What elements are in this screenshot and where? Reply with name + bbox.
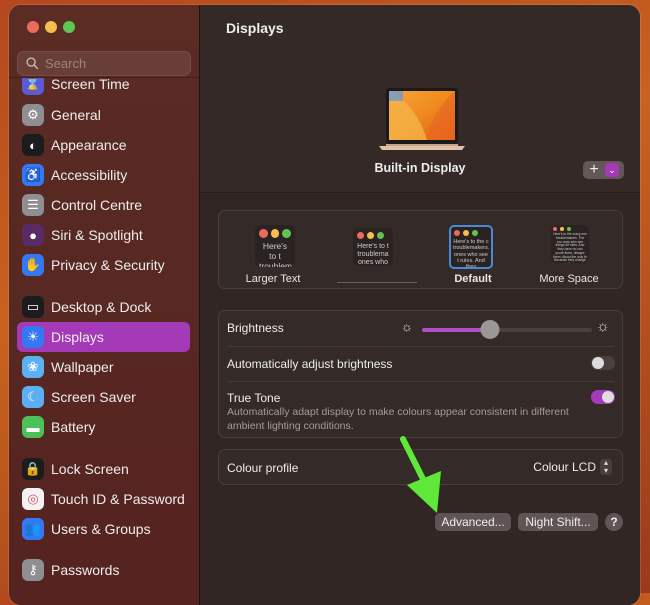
sidebar-item-passwords[interactable]: ⚷ Passwords <box>17 555 190 585</box>
dock-icon: ▭ <box>22 296 44 318</box>
sidebar-item-label: Wallpaper <box>51 359 114 375</box>
siri-icon: ● <box>22 224 44 246</box>
auto-brightness-label: Automatically adjust brightness <box>227 357 393 371</box>
lock-icon: 🔒 <box>22 458 44 480</box>
fingerprint-icon: ◎ <box>22 488 44 510</box>
sidebar-item-label: Battery <box>51 419 96 435</box>
preview-thumbnail: Here's to the c troublemakers. ones who … <box>449 225 493 269</box>
sun-icon: ☀ <box>22 326 44 348</box>
auto-brightness-toggle[interactable] <box>591 356 615 370</box>
main-pane: Displays Built-in Display + ⌄ Here's to … <box>200 5 640 605</box>
system-settings-window: ⌛ Screen Time ⚙ General ◐ Appearance ♿ Access… <box>9 5 640 605</box>
sidebar-item-desktop-dock[interactable]: ▭ Desktop & Dock <box>17 292 190 322</box>
sidebar-item-label: General <box>51 107 101 123</box>
hourglass-icon: ⌛ <box>22 78 44 95</box>
display-header: Displays Built-in Display + ⌄ <box>200 5 640 193</box>
sun-bright-icon: ☼ <box>596 318 610 335</box>
laptop-display-icon[interactable] <box>377 86 467 154</box>
sidebar-item-label: Siri & Spotlight <box>51 227 143 243</box>
colour-profile-value: Colour LCD <box>533 460 596 474</box>
brightness-group: Brightness ☼ ☼ Automatically adjust brig… <box>218 310 623 438</box>
sidebar-item-label: Appearance <box>51 137 127 153</box>
sidebar-item-label: Control Centre <box>51 197 143 213</box>
sidebar-item-battery[interactable]: ▬ Battery <box>17 412 190 442</box>
up-down-chevron-icon: ▴ ▾ <box>600 459 612 475</box>
brightness-slider[interactable] <box>422 320 592 339</box>
minimize-button[interactable] <box>45 21 57 33</box>
sidebar-item-label: Displays <box>51 329 104 345</box>
battery-icon: ▬ <box>22 416 44 438</box>
scale-slider-track[interactable] <box>337 282 417 283</box>
sidebar-item-screen-saver[interactable]: ☾ Screen Saver <box>17 382 190 412</box>
sidebar-list[interactable]: ⌛ Screen Time ⚙ General ◐ Appearance ♿ Access… <box>9 77 199 605</box>
true-tone-label: True Tone <box>227 391 281 405</box>
sidebar-item-displays[interactable]: ☀ Displays <box>17 322 190 352</box>
sidebar-item-touch-id-password[interactable]: ◎ Touch ID & Password <box>17 484 190 514</box>
accessibility-icon: ♿ <box>22 164 44 186</box>
display-name: Built-in Display <box>374 161 466 175</box>
key-icon: ⚷ <box>22 559 44 581</box>
sidebar-item-label: Lock Screen <box>51 461 129 477</box>
sidebar-item-label: Touch ID & Password <box>51 491 185 507</box>
resolution-label: More Space <box>539 273 599 285</box>
add-display-button[interactable]: + ⌄ <box>583 161 624 179</box>
night-shift-button[interactable]: Night Shift... <box>518 513 598 531</box>
resolution-label: Default <box>454 273 492 285</box>
colour-profile-select[interactable]: Colour LCD ▴ ▾ <box>533 459 612 475</box>
help-button[interactable]: ? <box>605 513 623 531</box>
true-tone-toggle[interactable] <box>591 390 615 404</box>
sidebar-item-accessibility[interactable]: ♿ Accessibility <box>17 160 190 190</box>
preview-thumbnail: Here's to t troublema ones who <box>353 228 393 266</box>
zoom-button[interactable] <box>63 21 75 33</box>
sidebar-item-appearance[interactable]: ◐ Appearance <box>17 130 190 160</box>
sidebar-item-general[interactable]: ⚙ General <box>17 100 190 130</box>
sidebar-item-siri-spotlight[interactable]: ● Siri & Spotlight <box>17 220 190 250</box>
true-tone-description: Automatically adapt display to make colo… <box>227 406 569 433</box>
flower-icon: ❀ <box>22 356 44 378</box>
sidebar-item-wallpaper[interactable]: ❀ Wallpaper <box>17 352 190 382</box>
preview-thumbnail: Here's to the crazy one troublemakers. T… <box>551 225 589 263</box>
resolution-picker: Here's to t troublem Larger Text Here's … <box>218 210 623 289</box>
sidebar-item-screen-time[interactable]: ⌛ Screen Time <box>17 77 190 99</box>
sidebar-item-label: Accessibility <box>51 167 128 183</box>
sidebar-item-control-centre[interactable]: ☰ Control Centre <box>17 190 190 220</box>
sidebar-item-lock-screen[interactable]: 🔒 Lock Screen <box>17 454 190 484</box>
appearance-icon: ◐ <box>22 134 44 156</box>
sidebar-item-label: Screen Time <box>51 77 130 92</box>
annotation-arrow <box>400 436 441 513</box>
sidebar-item-label: Passwords <box>51 562 120 578</box>
sidebar: ⌛ Screen Time ⚙ General ◐ Appearance ♿ Access… <box>9 5 200 605</box>
gear-icon: ⚙ <box>22 104 44 126</box>
screensaver-icon: ☾ <box>22 386 44 408</box>
traffic-lights <box>27 21 75 33</box>
close-button[interactable] <box>27 21 39 33</box>
users-icon: 👥 <box>22 518 44 540</box>
search-input[interactable] <box>45 56 175 71</box>
settings-content: Here's to t troublem Larger Text Here's … <box>200 194 640 605</box>
sidebar-item-label: Users & Groups <box>51 521 151 537</box>
sidebar-item-label: Screen Saver <box>51 389 136 405</box>
sidebar-item-label: Desktop & Dock <box>51 299 152 315</box>
plus-icon: + <box>589 161 599 178</box>
sidebar-item-privacy-security[interactable]: ✋ Privacy & Security <box>17 250 190 280</box>
control-centre-icon: ☰ <box>22 194 44 216</box>
sidebar-item-users-groups[interactable]: 👥 Users & Groups <box>17 514 190 544</box>
sun-dim-icon: ☼ <box>401 319 413 334</box>
sidebar-item-label: Privacy & Security <box>51 257 165 273</box>
resolution-label: Larger Text <box>245 273 301 285</box>
advanced-button[interactable]: Advanced... <box>435 513 511 531</box>
search-icon <box>26 57 39 70</box>
preview-thumbnail: Here's to t troublem <box>255 225 295 267</box>
chevron-down-icon[interactable]: ⌄ <box>605 163 619 177</box>
search-field[interactable] <box>17 51 191 76</box>
page-title: Displays <box>226 20 284 36</box>
hand-icon: ✋ <box>22 254 44 276</box>
brightness-slider-thumb[interactable] <box>480 320 500 339</box>
